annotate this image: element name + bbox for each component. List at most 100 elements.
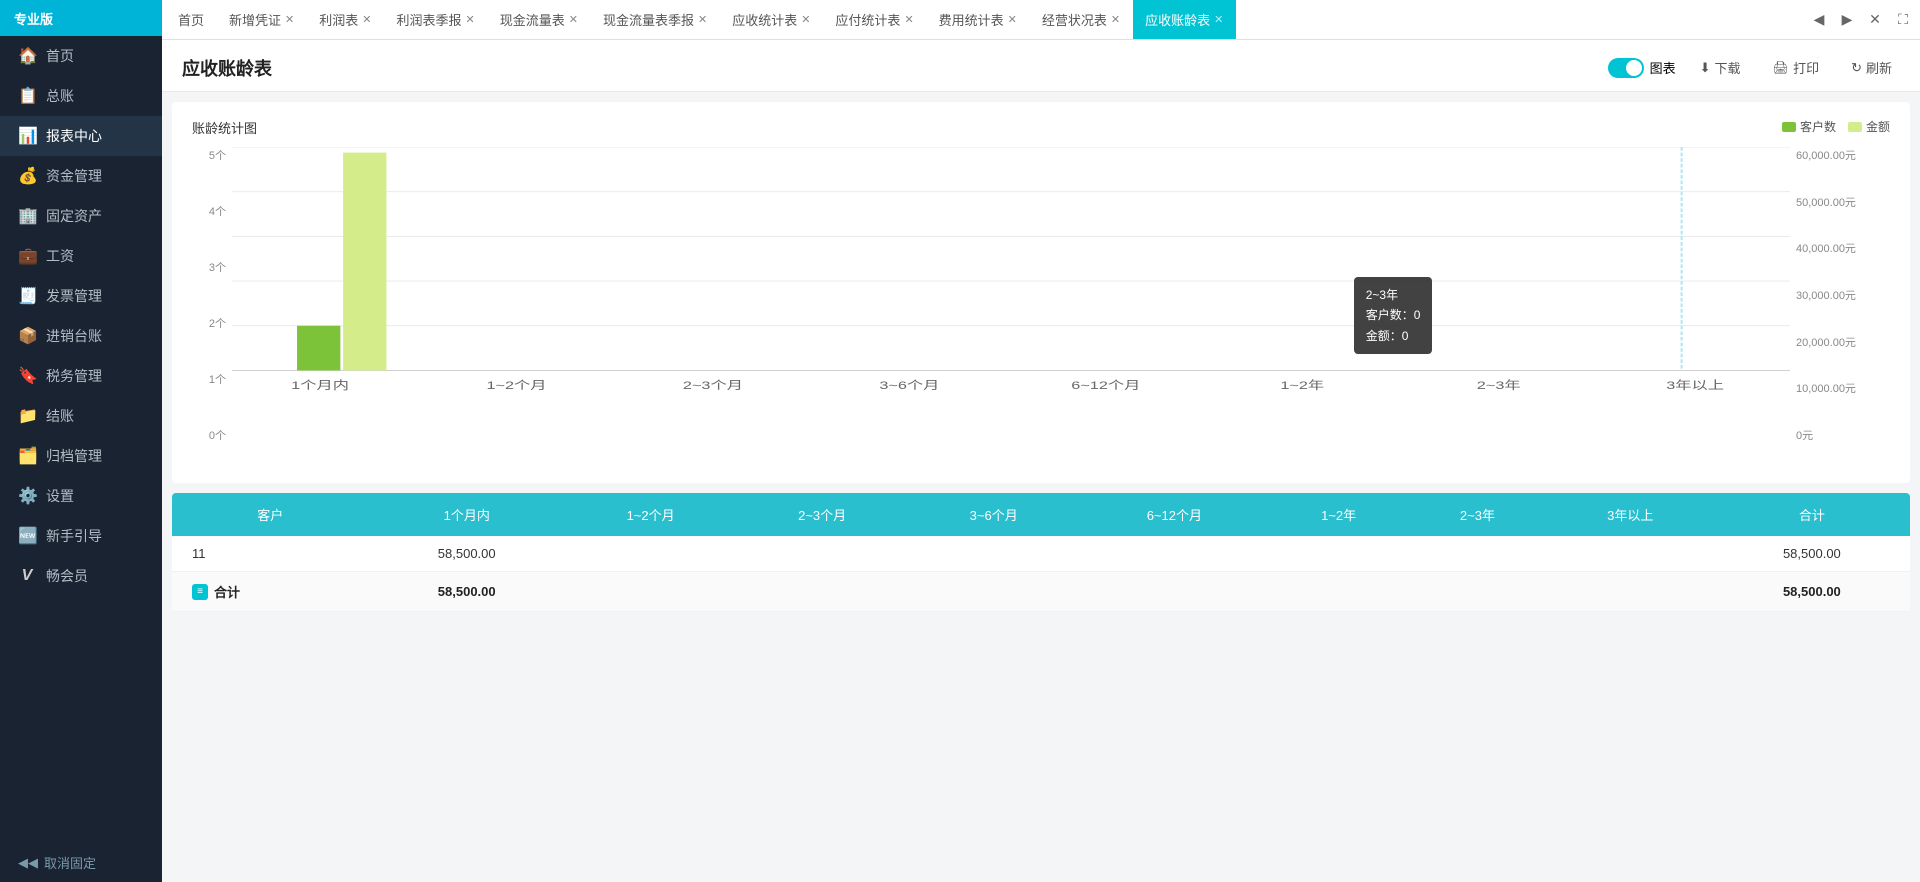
tab-nav-buttons: ◀ ▶ ✕ ⛶ [1806, 7, 1916, 33]
th-m12: 1~2个月 [565, 493, 737, 536]
guide-icon: 🆕 [18, 526, 36, 546]
tab-ar-aging-close[interactable]: ✕ [1214, 13, 1223, 26]
tab-cashflow-close[interactable]: ✕ [569, 13, 578, 26]
tab-ap-stat[interactable]: 应付统计表 ✕ [823, 0, 926, 39]
sidebar-item-assets[interactable]: 🏢 固定资产 [0, 196, 162, 236]
refresh-icon: ↻ [1851, 60, 1862, 76]
tab-ar-stat-close[interactable]: ✕ [801, 13, 810, 26]
tab-next-button[interactable]: ▶ [1834, 7, 1860, 33]
tab-profit-label: 利润表 [319, 10, 358, 29]
tab-cashflow-q-label: 现金流量表季报 [603, 10, 694, 29]
page-title: 应收账龄表 [182, 55, 272, 81]
cell-m23 [736, 536, 908, 572]
cell-m612 [1079, 536, 1269, 572]
chart-section: 账龄统计图 客户数 金额 5个 4个 3个 2个 1个 0个 [172, 102, 1910, 483]
tab-maximize-button[interactable]: ⛶ [1890, 7, 1916, 33]
tab-profit-q[interactable]: 利润表季报 ✕ [384, 0, 487, 39]
bar-amount-m1 [343, 153, 386, 371]
page-header: 应收账龄表 图表 ⬇ 下载 🖨 打印 ↻ 刷新 [162, 40, 1920, 92]
sidebar-label-invoice: 发票管理 [46, 286, 102, 306]
sidebar-item-invoice[interactable]: 🧾 发票管理 [0, 276, 162, 316]
header-actions: 图表 ⬇ 下载 🖨 打印 ↻ 刷新 [1608, 54, 1900, 81]
sidebar-item-salary[interactable]: 💼 工资 [0, 236, 162, 276]
tab-profit-q-label: 利润表季报 [396, 10, 461, 29]
sidebar-label-tax: 税务管理 [46, 366, 102, 386]
sidebar-label-sales: 进销台账 [46, 326, 102, 346]
sidebar: 专业版 🏠 首页 📋 总账 📊 报表中心 💰 资金管理 🏢 固定资产 💼 工资 … [0, 0, 162, 882]
sidebar-label-assets: 固定资产 [46, 206, 102, 226]
th-y23: 2~3年 [1408, 493, 1547, 536]
legend-amount: 金额 [1848, 118, 1890, 135]
chart-plot: 1个月内 1~2个月 2~3个月 3~6个月 6~12个月 1~2年 2~3年 … [232, 147, 1790, 467]
app-logo: 专业版 [0, 0, 162, 36]
home-icon: 🏠 [18, 46, 36, 66]
tab-prev-button[interactable]: ◀ [1806, 7, 1832, 33]
chart-toggle[interactable]: 图表 [1608, 58, 1676, 78]
sidebar-item-archive[interactable]: 🗂️ 归档管理 [0, 436, 162, 476]
tab-close-all-button[interactable]: ✕ [1862, 7, 1888, 33]
tab-ar-aging-label: 应收账龄表 [1145, 10, 1210, 29]
bar-customers-m1 [297, 326, 340, 371]
download-button[interactable]: ⬇ 下载 [1692, 54, 1749, 81]
tab-profit-q-close[interactable]: ✕ [466, 13, 475, 26]
sidebar-item-tax[interactable]: 🔖 税务管理 [0, 356, 162, 396]
refresh-button[interactable]: ↻ 刷新 [1843, 54, 1900, 81]
svg-text:2~3年: 2~3年 [1477, 379, 1521, 392]
tab-voucher-close[interactable]: ✕ [285, 13, 294, 26]
table-header-row: 客户 1个月内 1~2个月 2~3个月 3~6个月 6~12个月 1~2年 2~… [172, 493, 1910, 536]
th-customer: 客户 [172, 493, 369, 536]
tab-voucher[interactable]: 新增凭证 ✕ [217, 0, 307, 39]
tab-home[interactable]: 首页 [166, 0, 217, 39]
tab-biz-close[interactable]: ✕ [1111, 13, 1120, 26]
toggle-track[interactable] [1608, 58, 1644, 78]
sidebar-item-vip[interactable]: V 畅会员 [0, 556, 162, 596]
tab-biz[interactable]: 经营状况表 ✕ [1030, 0, 1133, 39]
sidebar-item-funds[interactable]: 💰 资金管理 [0, 156, 162, 196]
unpin-icon: ◀◀ [18, 855, 38, 871]
tab-cashflow-label: 现金流量表 [500, 10, 565, 29]
sidebar-item-settings[interactable]: ⚙️ 设置 [0, 476, 162, 516]
tab-ap-stat-close[interactable]: ✕ [904, 13, 913, 26]
tab-ar-stat[interactable]: 应收统计表 ✕ [720, 0, 823, 39]
svg-text:1~2个月: 1~2个月 [486, 379, 546, 392]
th-total: 合计 [1714, 493, 1910, 536]
total-m1: 58,500.00 [369, 572, 565, 612]
y-axis-right: 60,000.00元 50,000.00元 40,000.00元 30,000.… [1790, 147, 1890, 467]
main-area: 首页 新增凭证 ✕ 利润表 ✕ 利润表季报 ✕ 现金流量表 ✕ 现金流量表季报 … [162, 0, 1920, 882]
invoice-icon: 🧾 [18, 286, 36, 306]
sidebar-item-guide[interactable]: 🆕 新手引导 [0, 516, 162, 556]
reports-icon: 📊 [18, 126, 36, 146]
archive-icon: 🗂️ [18, 446, 36, 466]
tab-cashflow-q[interactable]: 现金流量表季报 ✕ [591, 0, 720, 39]
tab-expense[interactable]: 费用统计表 ✕ [927, 0, 1030, 39]
tab-profit-close[interactable]: ✕ [362, 13, 371, 26]
refresh-label: 刷新 [1866, 58, 1892, 77]
total-y23 [1408, 572, 1547, 612]
sales-icon: 📦 [18, 326, 36, 346]
vip-icon: V [18, 567, 36, 585]
cell-total: 58,500.00 [1714, 536, 1910, 572]
tab-voucher-label: 新增凭证 [229, 10, 281, 29]
sidebar-label-funds: 资金管理 [46, 166, 102, 186]
th-m23: 2~3个月 [736, 493, 908, 536]
svg-text:1~2年: 1~2年 [1280, 379, 1324, 392]
tab-ar-aging[interactable]: 应收账龄表 ✕ [1133, 0, 1236, 39]
sidebar-unpin[interactable]: ◀◀ 取消固定 [0, 843, 162, 882]
total-m12 [565, 572, 737, 612]
tab-cashflow[interactable]: 现金流量表 ✕ [488, 0, 591, 39]
tab-home-label: 首页 [178, 10, 204, 29]
cell-m1: 58,500.00 [369, 536, 565, 572]
sidebar-label-salary: 工资 [46, 246, 74, 266]
th-m1: 1个月内 [369, 493, 565, 536]
print-button[interactable]: 🖨 打印 [1765, 54, 1828, 81]
tab-expense-close[interactable]: ✕ [1008, 13, 1017, 26]
sidebar-item-reports[interactable]: 📊 报表中心 [0, 116, 162, 156]
sidebar-item-closing[interactable]: 📁 结账 [0, 396, 162, 436]
sidebar-item-sales[interactable]: 📦 进销台账 [0, 316, 162, 356]
tab-expense-label: 费用统计表 [939, 10, 1004, 29]
sidebar-item-home[interactable]: 🏠 首页 [0, 36, 162, 76]
tab-cashflow-q-close[interactable]: ✕ [698, 13, 707, 26]
sidebar-item-ledger[interactable]: 📋 总账 [0, 76, 162, 116]
tab-ar-stat-label: 应收统计表 [732, 10, 797, 29]
tab-profit[interactable]: 利润表 ✕ [307, 0, 384, 39]
